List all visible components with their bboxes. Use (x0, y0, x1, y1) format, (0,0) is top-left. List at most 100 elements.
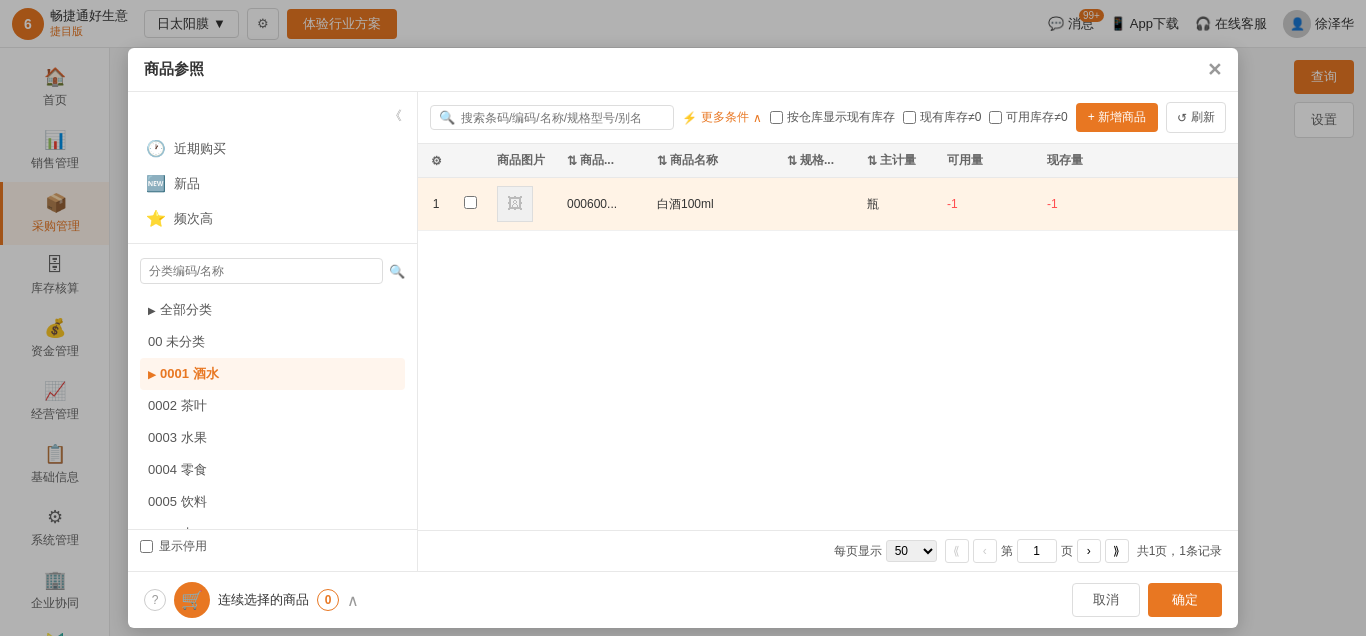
cell-checkbox[interactable] (454, 178, 487, 231)
cat-0005[interactable]: 0005 饮料 (140, 486, 405, 518)
cart-text: 连续选择的商品 (218, 591, 309, 609)
available-label[interactable]: 可用库存≠0 (1006, 109, 1067, 126)
cat-0004[interactable]: 0004 零食 (140, 454, 405, 486)
col-spec[interactable]: ⇅ 规格... (777, 144, 857, 178)
classify-search-input[interactable] (140, 258, 383, 284)
page-number-input[interactable] (1017, 539, 1057, 563)
sort-icon-name: ⇅ (657, 154, 667, 168)
prev-page-button[interactable]: ‹ (973, 539, 997, 563)
stock-label[interactable]: 现有库存≠0 (920, 109, 981, 126)
cancel-button[interactable]: 取消 (1072, 583, 1140, 617)
cat-0008[interactable]: 0008 水 (140, 518, 405, 529)
row-checkbox[interactable] (464, 196, 477, 209)
cat-label-0004: 0004 零食 (148, 461, 207, 479)
modal-close-button[interactable]: ✕ (1207, 61, 1222, 79)
first-page-button[interactable]: ⟪ (945, 539, 969, 563)
page-size-label: 每页显示 (834, 543, 882, 560)
cell-spec (777, 178, 857, 231)
page-label-2: 页 (1061, 543, 1073, 560)
confirm-button[interactable]: 确定 (1148, 583, 1222, 617)
cell-unit: 瓶 (857, 178, 937, 231)
filter-new-label: 新品 (174, 175, 200, 193)
col-settings[interactable]: ⚙ (418, 144, 454, 178)
filter-frequent[interactable]: ⭐ 频次高 (136, 202, 409, 235)
classify-search-area: 🔍 (128, 252, 417, 290)
product-search-box: 🔍 (430, 105, 674, 130)
collapse-left-button[interactable]: 《 (385, 106, 405, 126)
page-size-selector: 每页显示 20 50 100 (834, 540, 937, 562)
refresh-button[interactable]: ↺ 刷新 (1166, 102, 1226, 133)
modal-left-top: 《 (128, 100, 417, 132)
cat-00[interactable]: 00 未分类 (140, 326, 405, 358)
stock-filter: 现有库存≠0 (903, 109, 981, 126)
sort-icon-code: ⇅ (567, 154, 577, 168)
col-name[interactable]: ⇅ 商品名称 (647, 144, 777, 178)
cart-area: ? 🛒 连续选择的商品 0 ∧ (144, 582, 1060, 618)
col-code[interactable]: ⇅ 商品... (557, 144, 647, 178)
col-stock: 现存量 (1037, 144, 1238, 178)
refresh-icon: ↺ (1177, 111, 1187, 125)
cell-available: -1 (937, 178, 1037, 231)
cat-all[interactable]: ▶ 全部分类 (140, 294, 405, 326)
classify-search-icon[interactable]: 🔍 (389, 264, 405, 279)
cell-stock: -1 (1037, 178, 1238, 231)
cell-seq: 1 (418, 178, 454, 231)
refresh-label: 刷新 (1191, 109, 1215, 126)
search-icon: 🔍 (439, 110, 455, 125)
modal-body: 《 🕐 近期购买 🆕 新品 ⭐ 频次高 (128, 92, 1238, 571)
stock-checkbox[interactable] (903, 111, 916, 124)
add-product-button[interactable]: + 新增商品 (1076, 103, 1158, 132)
table-header-row: ⚙ 商品图片 ⇅ 商品... (418, 144, 1238, 178)
filter-new[interactable]: 🆕 新品 (136, 167, 409, 200)
last-page-button[interactable]: ⟫ (1105, 539, 1129, 563)
available-checkbox[interactable] (989, 111, 1002, 124)
frequent-icon: ⭐ (146, 209, 166, 228)
cat-0001[interactable]: ▶ 0001 酒水 (140, 358, 405, 390)
modal-footer: ? 🛒 连续选择的商品 0 ∧ 取消 确定 (128, 571, 1238, 628)
page-label: 第 (1001, 543, 1013, 560)
filter-arrow-icon: ∧ (753, 111, 762, 125)
cat-label-0005: 0005 饮料 (148, 493, 207, 511)
product-thumbnail: 🖼 (497, 186, 533, 222)
filter-label: 更多条件 (701, 109, 749, 126)
pagination: 每页显示 20 50 100 ⟪ ‹ 第 页 › (418, 530, 1238, 571)
cart-button[interactable]: 🛒 (174, 582, 210, 618)
recent-icon: 🕐 (146, 139, 166, 158)
sort-icon-spec: ⇅ (787, 154, 797, 168)
footer-buttons: 取消 确定 (1072, 583, 1222, 617)
collapse-cart-button[interactable]: ∧ (347, 591, 359, 610)
warehouse-label[interactable]: 按仓库显示现有库存 (787, 109, 895, 126)
cat-label-0003: 0003 水果 (148, 429, 207, 447)
col-checkbox (454, 144, 487, 178)
col-unit[interactable]: ⇅ 主计量 (857, 144, 937, 178)
product-search-input[interactable] (461, 111, 665, 125)
cat-arrow-all: ▶ (148, 305, 156, 316)
new-icon: 🆕 (146, 174, 166, 193)
next-page-button[interactable]: › (1077, 539, 1101, 563)
cat-label-0001: 0001 酒水 (160, 365, 219, 383)
warehouse-checkbox[interactable] (770, 111, 783, 124)
page-size-select[interactable]: 20 50 100 (886, 540, 937, 562)
cat-label-0002: 0002 茶叶 (148, 397, 207, 415)
page-navigation: ⟪ ‹ 第 页 › ⟫ (945, 539, 1129, 563)
cell-code: 000600... (557, 178, 647, 231)
more-filter-button[interactable]: ⚡ 更多条件 ∧ (682, 109, 762, 126)
help-button[interactable]: ? (144, 589, 166, 611)
cat-label-all: 全部分类 (160, 301, 212, 319)
sort-icon-unit: ⇅ (867, 154, 877, 168)
quick-filters: 🕐 近期购买 🆕 新品 ⭐ 频次高 (128, 132, 417, 235)
total-info: 共1页，1条记录 (1137, 543, 1222, 560)
filter-frequent-label: 频次高 (174, 210, 213, 228)
cat-0002[interactable]: 0002 茶叶 (140, 390, 405, 422)
cart-count: 0 (317, 589, 339, 611)
filter-recent[interactable]: 🕐 近期购买 (136, 132, 409, 165)
table-row[interactable]: 1 🖼 000600... (418, 178, 1238, 231)
show-disabled-checkbox[interactable] (140, 540, 153, 553)
warehouse-filter: 按仓库显示现有库存 (770, 109, 895, 126)
modal-toolbar: 🔍 ⚡ 更多条件 ∧ 按仓库显示现有库存 现有库存≠0 (418, 92, 1238, 144)
product-table-wrap: ⚙ 商品图片 ⇅ 商品... (418, 144, 1238, 530)
show-disabled-label[interactable]: 显示停用 (159, 538, 207, 555)
cat-0003[interactable]: 0003 水果 (140, 422, 405, 454)
cell-image: 🖼 (487, 178, 557, 231)
cat-label-00: 00 未分类 (148, 333, 205, 351)
